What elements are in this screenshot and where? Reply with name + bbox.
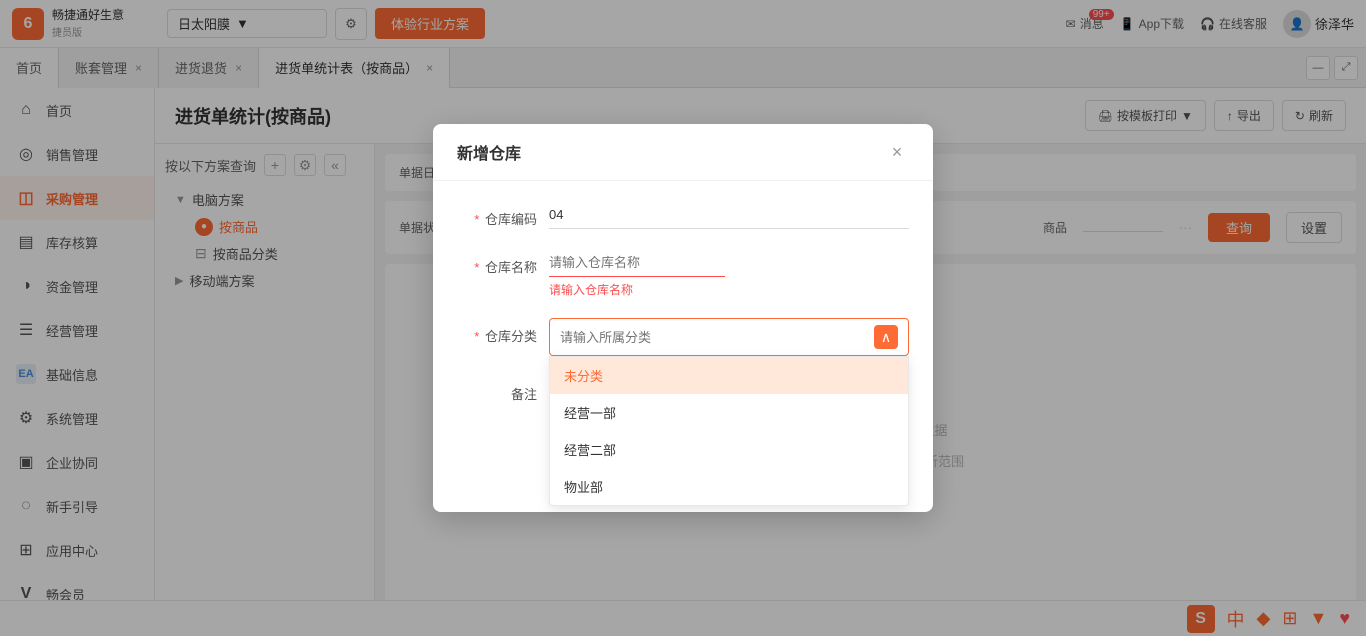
category-dropdown-list: 未分类 经营一部 经营二部 物业部 bbox=[549, 356, 909, 506]
modal-close-button[interactable]: × bbox=[885, 140, 909, 164]
name-label: * 仓库名称 bbox=[457, 249, 537, 276]
name-error-msg: 请输入仓库名称 bbox=[549, 281, 909, 298]
modal-header: 新增仓库 × bbox=[433, 124, 933, 181]
category-label: * 仓库分类 bbox=[457, 318, 537, 345]
modal-title: 新增仓库 bbox=[457, 140, 521, 164]
dropdown-option-unclassified[interactable]: 未分类 bbox=[550, 357, 908, 394]
modal-body: * 仓库编码 * 仓库名称 请输入仓库名称 * 仓库分类 bbox=[433, 181, 933, 444]
form-row-name: * 仓库名称 请输入仓库名称 bbox=[457, 249, 909, 298]
dropdown-arrow-icon[interactable]: ∧ bbox=[874, 325, 898, 349]
category-dropdown[interactable]: ∧ bbox=[549, 318, 909, 356]
dropdown-option-dept1[interactable]: 经营一部 bbox=[550, 394, 908, 431]
form-row-code: * 仓库编码 bbox=[457, 201, 909, 229]
required-star-name: * bbox=[474, 260, 479, 275]
category-input[interactable] bbox=[560, 330, 874, 345]
form-row-category: * 仓库分类 ∧ 未分类 经营一部 经营二部 物业部 bbox=[457, 318, 909, 356]
required-star-code: * bbox=[474, 212, 479, 227]
code-label: * 仓库编码 bbox=[457, 201, 537, 228]
category-wrapper: ∧ 未分类 经营一部 经营二部 物业部 bbox=[549, 318, 909, 356]
name-input[interactable] bbox=[549, 249, 725, 277]
dropdown-option-property[interactable]: 物业部 bbox=[550, 468, 908, 505]
name-input-wrapper: 请输入仓库名称 bbox=[549, 249, 909, 298]
required-star-category: * bbox=[474, 329, 479, 344]
modal-add-warehouse: 新增仓库 × * 仓库编码 * 仓库名称 请输入仓库名称 bbox=[433, 124, 933, 512]
note-label: 备注 bbox=[457, 376, 537, 403]
code-input[interactable] bbox=[549, 201, 909, 229]
dropdown-option-dept2[interactable]: 经营二部 bbox=[550, 431, 908, 468]
